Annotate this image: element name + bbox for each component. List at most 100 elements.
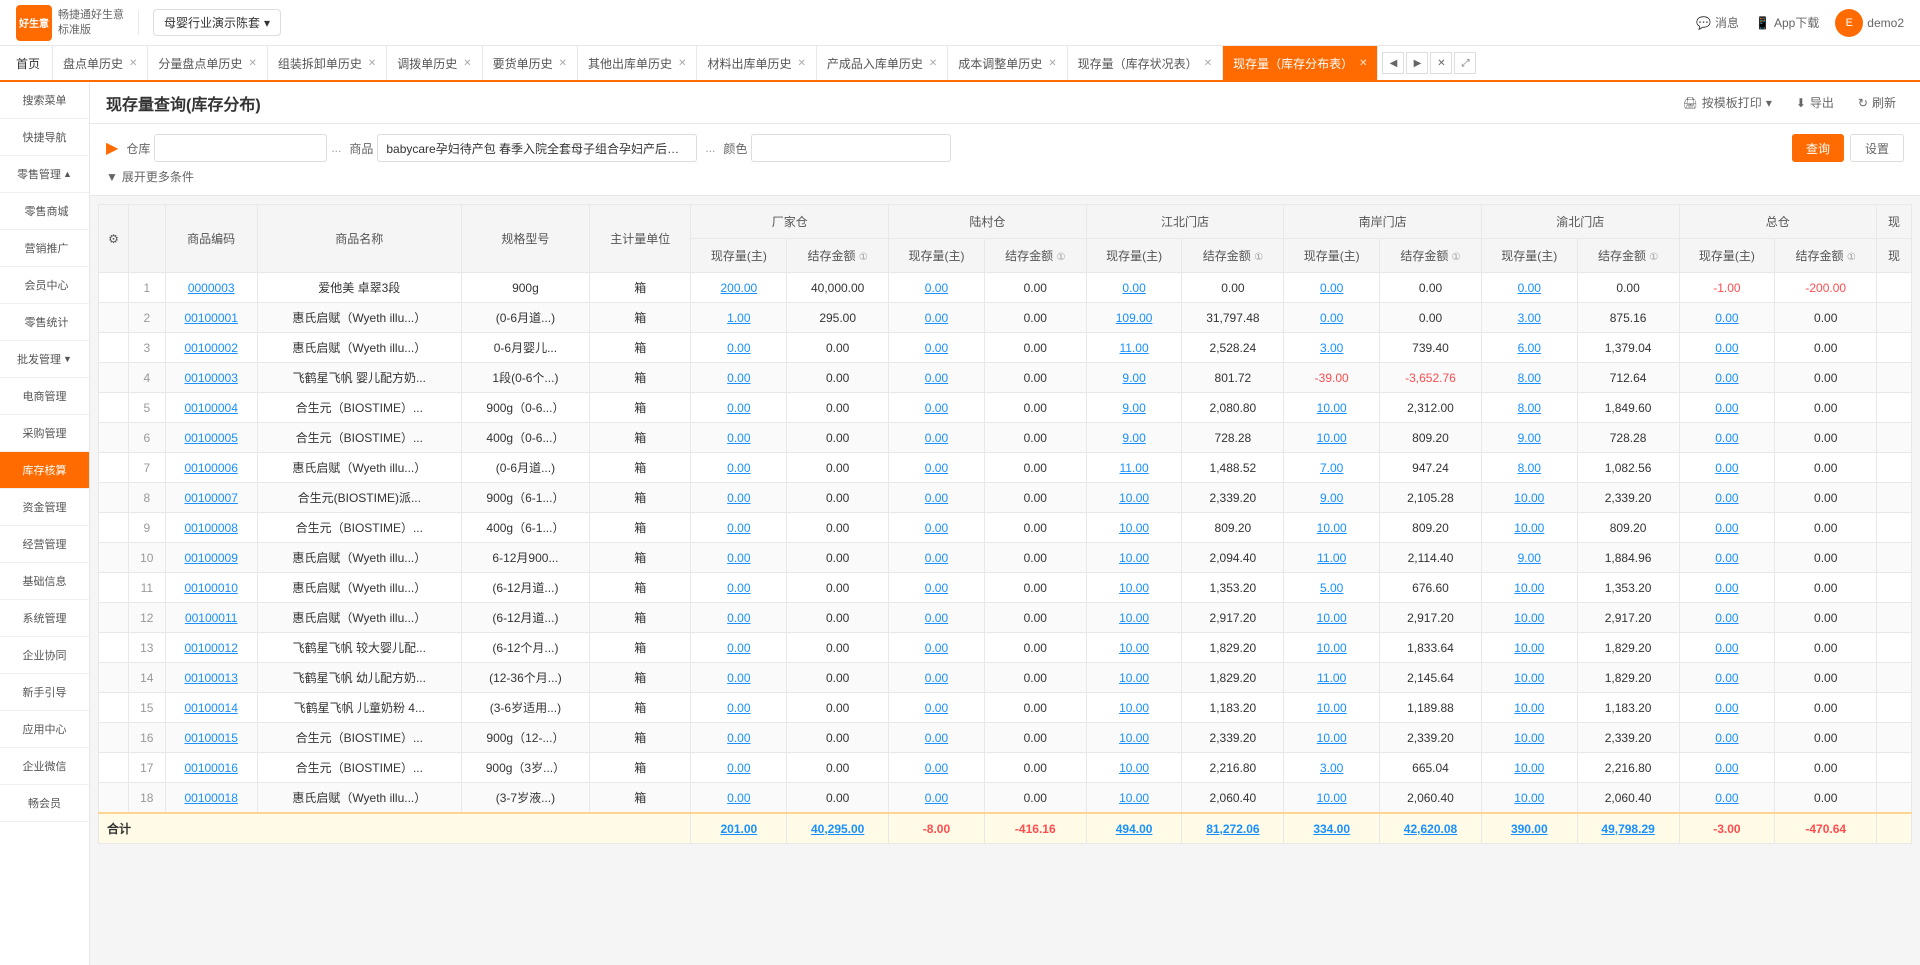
table-cell[interactable]: 00100010 xyxy=(165,573,257,603)
query-btn[interactable]: 查询 xyxy=(1792,134,1844,162)
table-cell[interactable]: 10.00 xyxy=(1481,723,1577,753)
sidebar-item-guide[interactable]: 新手引导 xyxy=(0,674,89,711)
table-cell[interactable]: 10.00 xyxy=(1481,573,1577,603)
close-icon[interactable]: ✕ xyxy=(248,58,256,69)
table-cell[interactable]: 0.00 xyxy=(691,453,787,483)
table-cell[interactable]: 0.00 xyxy=(1481,273,1577,303)
tab-9[interactable]: 成本调整单历史 ✕ xyxy=(948,46,1067,80)
table-cell[interactable]: 10.00 xyxy=(1086,483,1182,513)
table-cell[interactable]: 109.00 xyxy=(1086,303,1182,333)
sidebar-item-retail-stats[interactable]: 零售统计 xyxy=(0,304,89,341)
table-cell[interactable]: 0.00 xyxy=(691,783,787,814)
table-cell[interactable]: 0.00 xyxy=(691,633,787,663)
table-cell[interactable]: 9.00 xyxy=(1086,423,1182,453)
table-cell[interactable]: 10.00 xyxy=(1481,693,1577,723)
table-cell[interactable]: 10.00 xyxy=(1284,603,1380,633)
sidebar-item-marketing[interactable]: 营销推广 xyxy=(0,230,89,267)
info-icon[interactable]: ① xyxy=(1847,252,1856,263)
table-cell[interactable]: 9.00 xyxy=(1086,393,1182,423)
table-cell[interactable]: 0.00 xyxy=(889,513,985,543)
th-settings[interactable]: ⚙ xyxy=(99,205,129,273)
tab-6[interactable]: 其他出库单历史 ✕ xyxy=(578,46,697,80)
table-cell[interactable]: 10.00 xyxy=(1086,543,1182,573)
table-cell[interactable]: 0.00 xyxy=(691,663,787,693)
close-icon[interactable]: ✕ xyxy=(368,58,376,69)
tab-10[interactable]: 现存量（库存状况表） ✕ xyxy=(1068,46,1223,80)
tab-2[interactable]: 分量盘点单历史 ✕ xyxy=(148,46,267,80)
store-selector[interactable]: 母婴行业演示陈套 ▾ xyxy=(153,9,281,36)
table-cell[interactable]: 0.00 xyxy=(691,723,787,753)
warehouse-input[interactable] xyxy=(154,134,327,162)
setting-btn[interactable]: 设置 xyxy=(1850,134,1904,162)
table-cell[interactable]: 0.00 xyxy=(889,693,985,723)
table-cell[interactable]: 10.00 xyxy=(1284,393,1380,423)
close-icon[interactable]: ✕ xyxy=(129,58,137,69)
table-cell[interactable]: 00100008 xyxy=(165,513,257,543)
table-cell[interactable]: 0.00 xyxy=(691,753,787,783)
table-cell[interactable]: 10.00 xyxy=(1284,723,1380,753)
sidebar-item-base-info[interactable]: 基础信息 xyxy=(0,563,89,600)
table-cell[interactable]: 8.00 xyxy=(1481,363,1577,393)
nav-expand-btn[interactable]: ⤢ xyxy=(1454,52,1476,74)
table-cell[interactable]: 00100015 xyxy=(165,723,257,753)
table-cell[interactable]: 200.00 xyxy=(691,273,787,303)
close-icon[interactable]: ✕ xyxy=(797,58,805,69)
table-cell[interactable]: 8.00 xyxy=(1481,453,1577,483)
table-cell[interactable]: 0.00 xyxy=(691,603,787,633)
table-cell[interactable]: 5.00 xyxy=(1284,573,1380,603)
table-cell[interactable]: 10.00 xyxy=(1284,633,1380,663)
table-cell[interactable]: 11.00 xyxy=(1086,333,1182,363)
table-cell[interactable]: 0.00 xyxy=(691,333,787,363)
table-cell[interactable]: 0.00 xyxy=(889,543,985,573)
print-btn[interactable]: 🖨 按模板打印 ▾ xyxy=(1675,90,1780,115)
table-cell[interactable]: 10.00 xyxy=(1086,693,1182,723)
tab-home[interactable]: 首页 xyxy=(4,46,53,80)
close-icon[interactable]: ✕ xyxy=(1204,58,1212,69)
table-cell[interactable]: 7.00 xyxy=(1284,453,1380,483)
table-cell[interactable]: 0.00 xyxy=(889,723,985,753)
sidebar-item-operations[interactable]: 经营管理 xyxy=(0,526,89,563)
table-cell[interactable]: 0.00 xyxy=(889,783,985,814)
table-cell[interactable]: 3.00 xyxy=(1284,333,1380,363)
table-cell[interactable]: 10.00 xyxy=(1284,423,1380,453)
tab-3[interactable]: 组装拆卸单历史 ✕ xyxy=(268,46,387,80)
table-cell[interactable]: 0.00 xyxy=(889,393,985,423)
close-icon[interactable]: ✕ xyxy=(929,58,937,69)
table-cell[interactable]: 0.00 xyxy=(1284,303,1380,333)
sidebar-item-retail-mall[interactable]: 零售商城 xyxy=(0,193,89,230)
table-cell[interactable]: 10.00 xyxy=(1481,783,1577,814)
nav-prev-btn[interactable]: ◀ xyxy=(1382,52,1404,74)
table-cell[interactable]: 9.00 xyxy=(1284,483,1380,513)
table-cell[interactable]: 9.00 xyxy=(1481,543,1577,573)
table-cell[interactable]: 10.00 xyxy=(1284,693,1380,723)
table-cell[interactable]: 0.00 xyxy=(691,423,787,453)
table-cell[interactable]: 0.00 xyxy=(691,573,787,603)
table-cell[interactable]: 10.00 xyxy=(1086,573,1182,603)
table-cell[interactable]: 10.00 xyxy=(1284,783,1380,814)
table-cell[interactable]: 10.00 xyxy=(1284,513,1380,543)
tab-8[interactable]: 产成品入库单历史 ✕ xyxy=(817,46,948,80)
table-cell[interactable]: 10.00 xyxy=(1086,513,1182,543)
export-btn[interactable]: ⬇ 导出 xyxy=(1788,90,1842,115)
tab-7[interactable]: 材料出库单历史 ✕ xyxy=(697,46,816,80)
sidebar-item-retail[interactable]: 零售管理 ▲ xyxy=(0,156,89,193)
app-download-btn[interactable]: 📱 App下载 xyxy=(1755,14,1819,31)
table-cell[interactable]: 0.00 xyxy=(691,363,787,393)
sidebar-item-finance[interactable]: 资金管理 xyxy=(0,489,89,526)
table-cell[interactable]: 10.00 xyxy=(1086,603,1182,633)
close-icon[interactable]: ✕ xyxy=(559,58,567,69)
table-cell[interactable]: 00100007 xyxy=(165,483,257,513)
sidebar-item-purchase[interactable]: 采购管理 xyxy=(0,415,89,452)
info-icon[interactable]: ① xyxy=(1056,252,1065,263)
tab-4[interactable]: 调拨单历史 ✕ xyxy=(387,46,482,80)
table-cell[interactable]: 00100018 xyxy=(165,783,257,814)
info-icon[interactable]: ① xyxy=(1254,252,1263,263)
table-cell[interactable]: 0.00 xyxy=(889,303,985,333)
table-cell[interactable]: 0.00 xyxy=(889,573,985,603)
table-cell[interactable]: 8.00 xyxy=(1481,393,1577,423)
color-input[interactable] xyxy=(751,134,951,162)
table-cell[interactable]: 0.00 xyxy=(889,663,985,693)
close-icon[interactable]: ✕ xyxy=(678,58,686,69)
sidebar-item-members[interactable]: 会员中心 xyxy=(0,267,89,304)
table-cell[interactable]: 10.00 xyxy=(1481,663,1577,693)
